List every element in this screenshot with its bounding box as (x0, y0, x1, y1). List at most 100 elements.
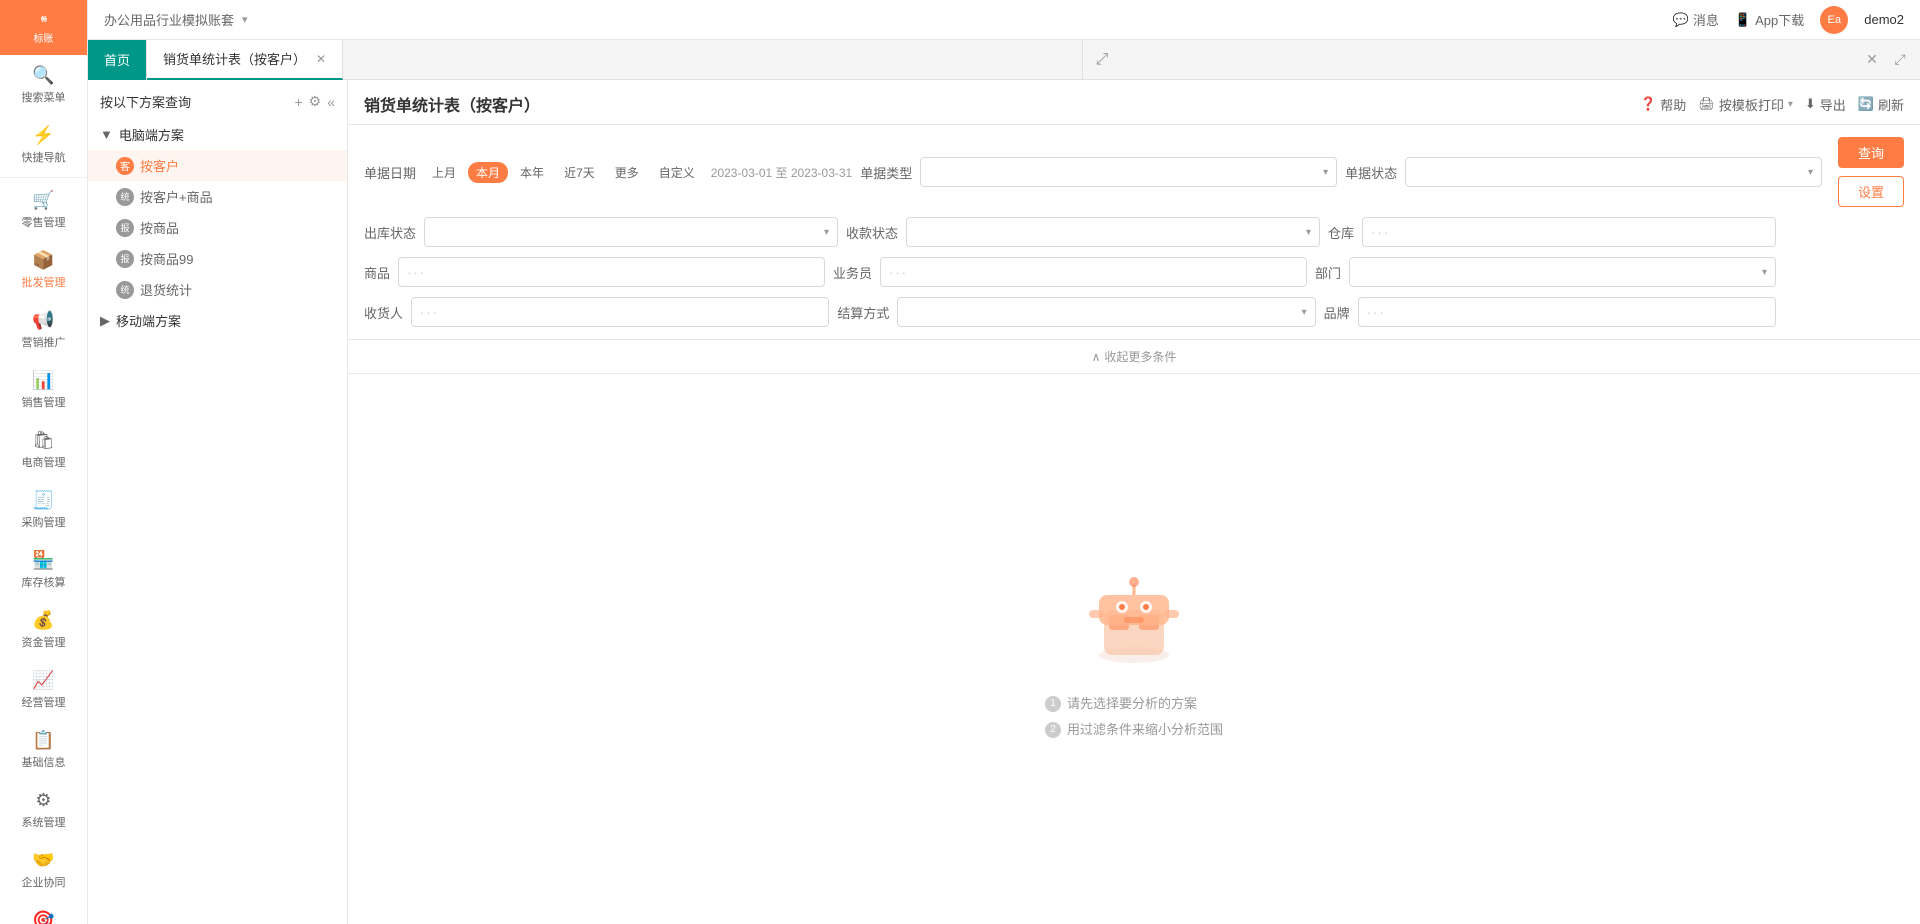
tab-close-icon[interactable]: ✕ (316, 52, 326, 66)
sidebar-item-enterprise[interactable]: 🤝 企业协同 (0, 840, 87, 900)
tree-item-customer-goods-icon: 统 (116, 188, 134, 206)
setting-btn[interactable]: 设置 (1838, 176, 1904, 207)
logo-icon: 畅 (26, 10, 62, 28)
consignee-label: 收货人 (364, 303, 403, 322)
query-btn[interactable]: 查询 (1838, 137, 1904, 168)
date-btn-custom[interactable]: 自定义 (651, 162, 703, 183)
tip-number-1: 1 (1045, 696, 1061, 712)
sidebar-menu: 🔍 搜索菜单 ⚡ 快捷导航 🛒 零售管理 📦 批发管理 📢 营销推广 📊 销售管… (0, 55, 87, 924)
sidebar-item-system[interactable]: ⚙ 系统管理 (0, 780, 87, 840)
sidebar-item-finance[interactable]: 💰 资金管理 (0, 600, 87, 660)
collapse-panel-btn[interactable]: « (327, 94, 335, 110)
date-btn-this-month[interactable]: 本月 (468, 162, 508, 183)
doc-type-label: 单据类型 (860, 163, 912, 182)
sidebar-item-basic-info[interactable]: 📋 基础信息 (0, 720, 87, 780)
date-btn-last-month[interactable]: 上月 (424, 162, 464, 183)
app-download-btn[interactable]: 📱 App下载 (1735, 10, 1804, 29)
sidebar-item-search[interactable]: 🔍 搜索菜单 (0, 55, 87, 115)
tab-home-label: 首页 (104, 50, 130, 69)
sidebar-item-ecommerce[interactable]: 🛍 电商管理 (0, 420, 87, 480)
sidebar-item-ecommerce-label: 电商管理 (22, 454, 66, 470)
refresh-label: 刷新 (1878, 95, 1904, 114)
doc-status-chevron: ▾ (1808, 167, 1813, 178)
tab-expand-btn[interactable]: ⤢ (1082, 40, 1122, 80)
page-title-actions: ❓ 帮助 🖨 按模板打印 ▾ ⬇ 导出 🔄 刷新 (1640, 95, 1904, 114)
industry-expand-icon[interactable]: ▾ (242, 13, 248, 26)
left-panel-header: 按以下方案查询 + ⚙ « (88, 80, 347, 119)
sidebar-item-wholesale[interactable]: 📦 批发管理 (0, 240, 87, 300)
sidebar-item-inventory[interactable]: 🏪 库存核算 (0, 540, 87, 600)
tree-group-mobile-header[interactable]: ▶ 移动端方案 (88, 305, 347, 336)
tree-item-by-goods-label: 按商品 (140, 218, 179, 237)
export-btn[interactable]: ⬇ 导出 (1805, 95, 1846, 114)
tree-item-return-stat[interactable]: 统 退货统计 (88, 274, 347, 305)
filter-row-3: 商品 ··· 业务员 ··· 部门 ▾ (364, 257, 1904, 287)
tree-item-by-customer-label: 按客户 (140, 156, 179, 175)
filter-area: 单据日期 上月 本月 本年 近7天 更多 自定义 2023-03-01 至 20… (348, 125, 1920, 340)
sidebar-item-marketing[interactable]: 📢 营销推广 (0, 300, 87, 360)
enterprise-icon: 🤝 (32, 850, 54, 871)
tree-group-mobile: ▶ 移动端方案 (88, 305, 347, 336)
tab-sales-stat[interactable]: 销货单统计表（按客户） ✕ (147, 40, 343, 80)
sidebar-item-wholesale-label: 批发管理 (22, 274, 66, 290)
out-status-select[interactable]: ▾ (424, 217, 838, 247)
goods-select[interactable]: ··· (398, 257, 825, 287)
collapse-row[interactable]: ∧ 收起更多条件 (348, 340, 1920, 374)
tab-home[interactable]: 首页 (88, 40, 147, 80)
doc-status-label: 单据状态 (1345, 163, 1397, 182)
tip-item-2: 2 用过滤条件来缩小分析范围 (1045, 717, 1223, 743)
separator-1 (0, 177, 87, 178)
tree-item-by-goods-99-icon: 报 (116, 250, 134, 268)
empty-illustration (1074, 555, 1194, 675)
wholesale-icon: 📦 (32, 250, 54, 271)
avatar[interactable]: Ea (1820, 6, 1848, 34)
out-status-label: 出库状态 (364, 223, 416, 242)
quick-nav-icon: ⚡ (32, 125, 54, 146)
sidebar-item-retail[interactable]: 🛒 零售管理 (0, 180, 87, 240)
doc-type-select[interactable]: ▾ (920, 157, 1337, 187)
warehouse-select[interactable]: ··· (1362, 217, 1776, 247)
date-btn-last-7[interactable]: 近7天 (556, 162, 603, 183)
tree-item-by-goods-99[interactable]: 报 按商品99 (88, 243, 347, 274)
tree-item-by-customer[interactable]: 客 按客户 (88, 150, 347, 181)
filter-row-1: 单据日期 上月 本月 本年 近7天 更多 自定义 2023-03-01 至 20… (364, 137, 1904, 207)
payment-method-select[interactable]: ▾ (897, 297, 1315, 327)
sidebar-item-purchase[interactable]: 🧾 采购管理 (0, 480, 87, 540)
receive-status-chevron: ▾ (1306, 227, 1311, 238)
page-title-bar: 销货单统计表（按客户） ❓ 帮助 🖨 按模板打印 ▾ ⬇ 导出 (348, 80, 1920, 125)
tree-group-desktop-header[interactable]: ▼ 电脑端方案 (88, 119, 347, 150)
sidebar-item-enterprise-label: 企业协同 (22, 874, 66, 890)
sidebar-item-operation[interactable]: 📈 经营管理 (0, 660, 87, 720)
help-btn[interactable]: ❓ 帮助 (1640, 95, 1686, 114)
sidebar-item-quick-nav[interactable]: ⚡ 快捷导航 (0, 115, 87, 175)
salesperson-label: 业务员 (833, 263, 872, 282)
logo-text: 标账 (34, 30, 54, 45)
sidebar-item-system-label: 系统管理 (22, 814, 66, 830)
doc-type-filter: 单据类型 ▾ 单据状态 ▾ (860, 157, 1822, 187)
date-btn-more[interactable]: 更多 (607, 162, 647, 183)
sidebar-item-sales-mgmt[interactable]: 📊 销售管理 (0, 360, 87, 420)
doc-status-select[interactable]: ▾ (1405, 157, 1822, 187)
collapse-label: 收起更多条件 (1104, 348, 1176, 365)
template-print-btn[interactable]: 🖨 按模板打印 ▾ (1698, 95, 1793, 114)
scheme-settings-btn[interactable]: ⚙ (309, 93, 322, 110)
tree-item-customer-goods[interactable]: 统 按客户+商品 (88, 181, 347, 212)
consignee-select[interactable]: ··· (411, 297, 829, 327)
win-close-btn[interactable]: ✕ (1860, 48, 1884, 72)
win-maximize-btn[interactable]: ⤢ (1888, 48, 1912, 72)
refresh-btn[interactable]: 🔄 刷新 (1858, 95, 1904, 114)
sidebar-item-newbie[interactable]: 🎯 新手引导 (0, 900, 87, 924)
win-controls: ✕ ⤢ (1860, 48, 1920, 72)
receive-status-select[interactable]: ▾ (906, 217, 1320, 247)
tree-item-by-goods[interactable]: 报 按商品 (88, 212, 347, 243)
add-scheme-btn[interactable]: + (294, 94, 302, 110)
sidebar-item-quick-nav-label: 快捷导航 (22, 149, 66, 165)
department-select[interactable]: ▾ (1349, 257, 1776, 287)
brand-select[interactable]: ··· (1358, 297, 1776, 327)
date-btn-this-year[interactable]: 本年 (512, 162, 552, 183)
sidebar-item-retail-label: 零售管理 (22, 214, 66, 230)
salesperson-select[interactable]: ··· (880, 257, 1307, 287)
payment-method-chevron: ▾ (1302, 307, 1307, 318)
sales-mgmt-icon: 📊 (32, 370, 54, 391)
message-btn[interactable]: 💬 消息 (1673, 10, 1719, 29)
